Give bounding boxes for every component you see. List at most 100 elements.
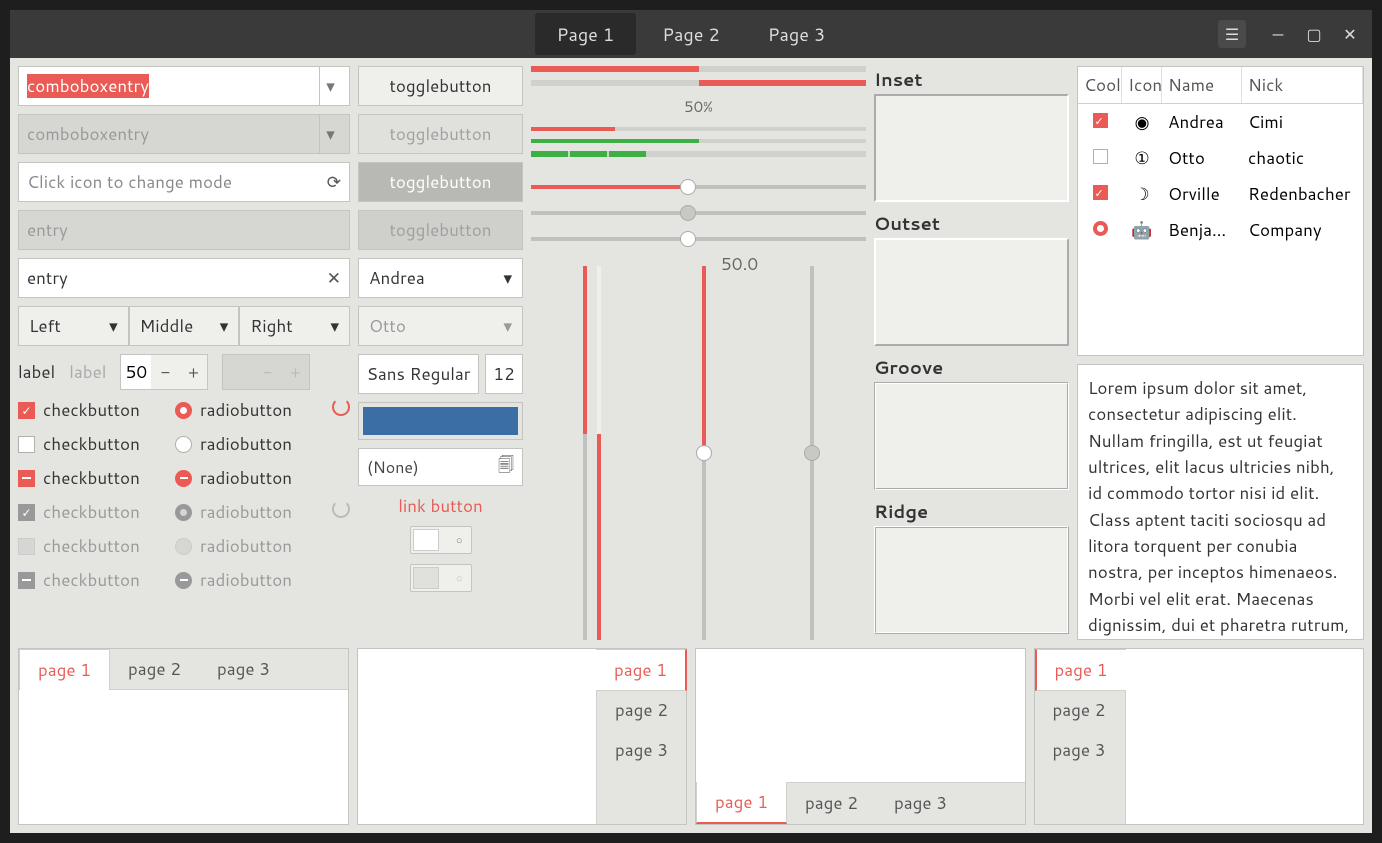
checkbutton-2[interactable]: checkbutton	[18, 432, 169, 456]
checkbutton-1[interactable]: ✓checkbutton	[18, 398, 169, 422]
font-size-button[interactable]: 12	[485, 354, 523, 394]
dropdown-left[interactable]: Left▾	[18, 306, 129, 346]
notebook-tab-2[interactable]: page 2	[1035, 690, 1125, 730]
col-header-name[interactable]: Name	[1162, 67, 1242, 103]
robot-icon: 🤖	[1122, 216, 1162, 244]
clear-icon[interactable]: ✕	[327, 266, 341, 290]
chevron-down-icon: ▾	[220, 314, 229, 338]
close-icon[interactable]: ✕	[1336, 20, 1364, 48]
radiobutton-1[interactable]: radiobutton	[175, 398, 326, 422]
radio-icon	[175, 402, 192, 419]
switch-knob-icon	[413, 529, 439, 551]
checkbutton-4-disabled: ✓checkbutton	[18, 500, 169, 524]
notebook-tab-3[interactable]: page 3	[199, 649, 288, 689]
hscale-1[interactable]	[531, 179, 866, 197]
window-controls: ☰ — ▢ ✕	[1218, 20, 1364, 48]
file-label: (None)	[367, 456, 419, 479]
notebook-tab-3[interactable]: page 3	[1035, 730, 1125, 770]
dropdown-andrea[interactable]: Andrea▾	[358, 258, 523, 298]
mode-entry[interactable]: Click icon to change mode ⟳	[18, 162, 350, 202]
spinbutton-1[interactable]: 50 − +	[120, 354, 208, 390]
vscale-1[interactable]	[695, 266, 713, 640]
vscale-2-disabled	[803, 266, 821, 640]
frame-groove-label: Groove	[874, 354, 1069, 380]
chevron-down-icon[interactable]: ▾	[319, 67, 341, 105]
table-row[interactable]: ◉ Andrea Cimi	[1078, 104, 1363, 140]
color-button[interactable]	[358, 402, 523, 440]
frame-inset: Inset	[874, 66, 1069, 202]
comboboxentry-1[interactable]: comboboxentry ▾	[18, 66, 350, 106]
spin-minus-button: −	[253, 355, 281, 389]
togglebutton-2-disabled: togglebutton	[358, 114, 523, 154]
comboboxentry-2-value: comboboxentry	[27, 122, 149, 146]
vscale-range-right[interactable]	[590, 266, 608, 640]
frame-ridge-label: Ridge	[874, 498, 1069, 524]
notebook-tab-1[interactable]: page 1	[696, 782, 787, 824]
notebook-tab-3[interactable]: page 3	[597, 730, 686, 770]
checkbutton-5-disabled: checkbutton	[18, 534, 169, 558]
frame-outset-box	[874, 238, 1069, 346]
dropdown-right[interactable]: Right▾	[239, 306, 350, 346]
font-button[interactable]: Sans Regular	[358, 354, 479, 394]
spinbutton-1-value[interactable]: 50	[121, 355, 151, 389]
col-header-icon[interactable]: Icon	[1122, 67, 1162, 103]
levelbar-continuous	[531, 139, 866, 143]
alert-circle-icon: ①	[1122, 144, 1162, 172]
hscale-2-disabled	[531, 204, 866, 222]
entry-disabled: entry	[18, 210, 350, 250]
table-row[interactable]: 🤖 Benja… Company	[1078, 212, 1363, 248]
togglebutton-1[interactable]: togglebutton	[358, 66, 523, 106]
notebook-tab-1[interactable]: page 1	[1035, 649, 1126, 691]
header-tab-page-2[interactable]: Page 2	[640, 13, 742, 55]
hscale-3-no-fill[interactable]	[531, 230, 866, 248]
togglebutton-3-active[interactable]: togglebutton	[358, 162, 523, 202]
minimize-icon[interactable]: —	[1264, 20, 1292, 48]
vscale-value-label: 50.0	[721, 252, 758, 276]
notebook-tab-2[interactable]: page 2	[110, 649, 199, 689]
linked-dropdowns: Left▾ Middle▾ Right▾	[18, 306, 350, 346]
check-icon[interactable]	[1093, 149, 1108, 164]
check-icon[interactable]	[1093, 185, 1108, 200]
table-row[interactable]: ☽ Orville Redenbacher	[1078, 176, 1363, 212]
radio-icon	[175, 436, 192, 453]
radiobutton-2[interactable]: radiobutton	[175, 432, 326, 456]
hamburger-menu-button[interactable]: ☰	[1218, 20, 1246, 48]
notebook-tab-1[interactable]: page 1	[19, 649, 110, 690]
col-header-cool[interactable]: Cool	[1078, 67, 1122, 103]
checkbutton-3[interactable]: checkbutton	[18, 466, 169, 490]
togglebutton-4-active-disabled: togglebutton	[358, 210, 523, 250]
col-header-nick[interactable]: Nick	[1242, 67, 1363, 103]
radio-icon[interactable]	[1093, 221, 1108, 236]
text-view[interactable]: Lorem ipsum dolor sit amet, consectetur …	[1077, 364, 1364, 640]
notebook-tab-2[interactable]: page 2	[787, 783, 876, 824]
dropdown-middle[interactable]: Middle▾	[129, 306, 240, 346]
label-1: label	[18, 360, 55, 384]
check-icon[interactable]	[1093, 113, 1108, 128]
switch-1[interactable]: ○	[410, 526, 472, 554]
treeview[interactable]: Cool Icon Name Nick ◉ Andrea Cimi ①	[1077, 66, 1364, 356]
treeview-header: Cool Icon Name Nick	[1078, 67, 1363, 104]
refresh-icon[interactable]: ⟳	[327, 170, 341, 194]
notebook-tab-1[interactable]: page 1	[596, 649, 687, 691]
link-button[interactable]: link button	[358, 494, 523, 518]
moon-icon: ☽	[1122, 180, 1162, 208]
notebook-tab-2[interactable]: page 2	[597, 690, 686, 730]
levelbar-discrete	[531, 151, 866, 157]
file-chooser-button[interactable]: (None) 🗐	[358, 448, 523, 486]
radio-icon	[175, 470, 192, 487]
header-tab-page-3[interactable]: Page 3	[746, 13, 848, 55]
radiobutton-3[interactable]: radiobutton	[175, 466, 326, 490]
radio-icon	[175, 538, 192, 555]
spin-minus-button[interactable]: −	[151, 355, 179, 389]
entry-with-clear[interactable]: entry ✕	[18, 258, 350, 298]
table-row[interactable]: ① Otto chaotic	[1078, 140, 1363, 176]
maximize-icon[interactable]: ▢	[1300, 20, 1328, 48]
check-icon	[18, 436, 35, 453]
comboboxentry-2-disabled: comboboxentry ▾	[18, 114, 350, 154]
frame-inset-label: Inset	[874, 66, 1069, 92]
check-icon	[18, 538, 35, 555]
spin-plus-button[interactable]: +	[179, 355, 207, 389]
notebook-tab-3[interactable]: page 3	[876, 783, 965, 824]
window: Page 1 Page 2 Page 3 ☰ — ▢ ✕ comboboxent…	[10, 10, 1372, 833]
header-tab-page-1[interactable]: Page 1	[535, 13, 637, 55]
